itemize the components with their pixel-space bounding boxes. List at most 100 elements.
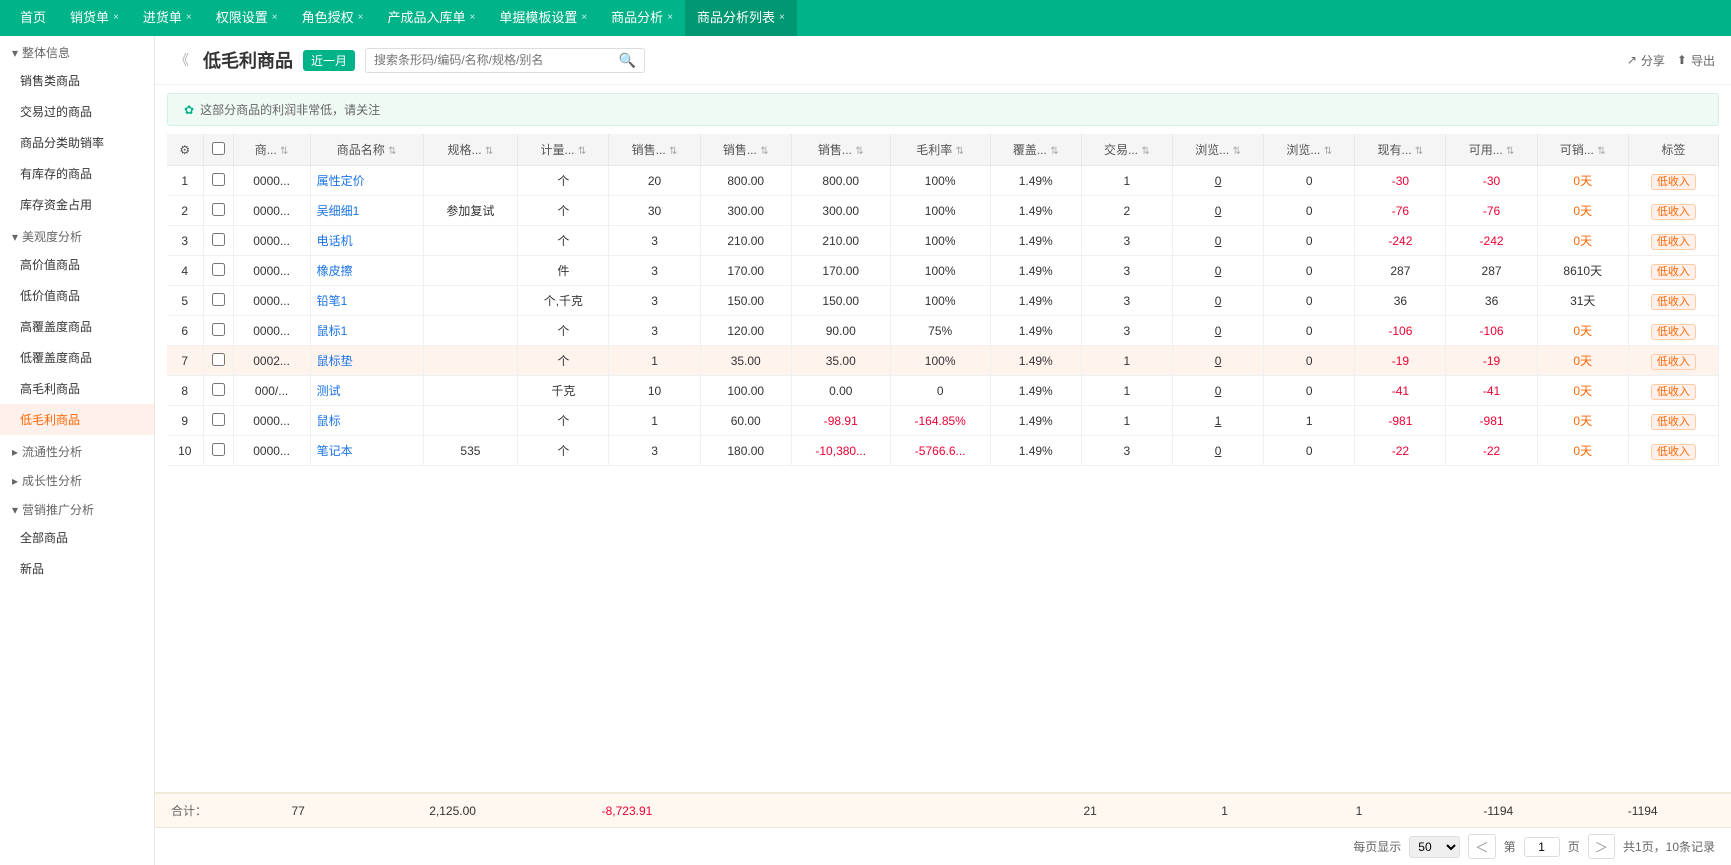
sidebar-item-low-margin[interactable]: 低毛利商品	[0, 404, 154, 435]
sidebar-item-low-value[interactable]: 低价值商品	[0, 280, 154, 311]
close-icon[interactable]: ×	[358, 0, 364, 36]
th-sellable[interactable]: 可销... ⇅	[1537, 134, 1628, 166]
close-icon[interactable]: ×	[469, 0, 475, 36]
th-settings[interactable]: ⚙	[167, 134, 203, 166]
nav-roles[interactable]: 角色授权 ×	[290, 0, 376, 36]
cell-name[interactable]: 铅笔1	[310, 286, 423, 316]
cell-checkbox[interactable]	[203, 346, 233, 376]
nav-home[interactable]: 首页	[8, 0, 58, 36]
cell-browse1[interactable]: 0	[1172, 286, 1263, 316]
prev-page-btn[interactable]: ＜	[1468, 834, 1495, 859]
nav-product-entry[interactable]: 产成品入库单 ×	[375, 0, 487, 36]
th-code[interactable]: 商... ⇅	[233, 134, 310, 166]
th-spec[interactable]: 规格... ⇅	[423, 134, 518, 166]
cell-name[interactable]: 测试	[310, 376, 423, 406]
cell-name[interactable]: 电话机	[310, 226, 423, 256]
cell-checkbox[interactable]	[203, 166, 233, 196]
row-checkbox[interactable]	[212, 413, 225, 426]
sidebar-item-stocked-goods[interactable]: 有库存的商品	[0, 158, 154, 189]
cell-checkbox[interactable]	[203, 226, 233, 256]
th-sales-profit[interactable]: 销售... ⇅	[791, 134, 890, 166]
nav-sales[interactable]: 销货单 ×	[58, 0, 131, 36]
cell-browse1[interactable]: 0	[1172, 196, 1263, 226]
close-icon[interactable]: ×	[581, 0, 587, 36]
search-input[interactable]	[374, 53, 613, 67]
close-icon[interactable]: ×	[186, 0, 192, 36]
th-transactions[interactable]: 交易... ⇅	[1081, 134, 1172, 166]
nav-purchase[interactable]: 进货单 ×	[131, 0, 204, 36]
row-checkbox[interactable]	[212, 173, 225, 186]
sidebar-item-high-value[interactable]: 高价值商品	[0, 249, 154, 280]
sidebar-group-circulation[interactable]: ▸ 流通性分析	[0, 435, 154, 464]
th-unit[interactable]: 计量... ⇅	[518, 134, 609, 166]
cell-browse1[interactable]: 0	[1172, 166, 1263, 196]
cell-name[interactable]: 鼠标	[310, 406, 423, 436]
nav-goods-analysis[interactable]: 商品分析 ×	[599, 0, 685, 36]
cell-checkbox[interactable]	[203, 196, 233, 226]
row-checkbox[interactable]	[212, 233, 225, 246]
sidebar-item-new-goods[interactable]: 新品	[0, 553, 154, 584]
cell-checkbox[interactable]	[203, 376, 233, 406]
row-checkbox[interactable]	[212, 203, 225, 216]
sidebar-item-high-margin[interactable]: 高毛利商品	[0, 373, 154, 404]
cell-checkbox[interactable]	[203, 406, 233, 436]
row-checkbox[interactable]	[212, 443, 225, 456]
th-sales-amount[interactable]: 销售... ⇅	[700, 134, 791, 166]
cell-name[interactable]: 鼠标1	[310, 316, 423, 346]
cell-name[interactable]: 橡皮擦	[310, 256, 423, 286]
sidebar-item-traded-goods[interactable]: 交易过的商品	[0, 96, 154, 127]
close-icon[interactable]: ×	[779, 0, 785, 36]
close-icon[interactable]: ×	[667, 0, 673, 36]
nav-template-settings[interactable]: 单据模板设置 ×	[487, 0, 599, 36]
th-checkbox[interactable]	[203, 134, 233, 166]
sidebar-item-high-coverage[interactable]: 高覆盖度商品	[0, 311, 154, 342]
th-browse2[interactable]: 浏览... ⇅	[1264, 134, 1355, 166]
cell-name[interactable]: 鼠标垫	[310, 346, 423, 376]
row-checkbox[interactable]	[212, 323, 225, 336]
cell-checkbox[interactable]	[203, 436, 233, 466]
th-sales-qty[interactable]: 销售... ⇅	[609, 134, 700, 166]
sidebar-item-low-coverage[interactable]: 低覆盖度商品	[0, 342, 154, 373]
sidebar-item-sales-goods[interactable]: 销售类商品	[0, 65, 154, 96]
cell-browse1[interactable]: 0	[1172, 316, 1263, 346]
export-btn[interactable]: ⬆ 导出	[1677, 52, 1715, 69]
cell-browse1[interactable]: 0	[1172, 376, 1263, 406]
cell-browse1[interactable]: 1	[1172, 406, 1263, 436]
cell-name[interactable]: 吴细细1	[310, 196, 423, 226]
row-checkbox[interactable]	[212, 353, 225, 366]
cell-browse1[interactable]: 0	[1172, 436, 1263, 466]
cell-checkbox[interactable]	[203, 286, 233, 316]
next-page-btn[interactable]: ＞	[1588, 834, 1615, 859]
time-filter-btn[interactable]: 近一月	[303, 50, 355, 71]
cell-name[interactable]: 属性定价	[310, 166, 423, 196]
th-tag[interactable]: 标签	[1628, 134, 1718, 166]
th-available[interactable]: 可用... ⇅	[1446, 134, 1537, 166]
th-name[interactable]: 商品名称 ⇅	[310, 134, 423, 166]
row-checkbox[interactable]	[212, 293, 225, 306]
cell-name[interactable]: 笔记本	[310, 436, 423, 466]
cell-browse1[interactable]: 0	[1172, 256, 1263, 286]
share-btn[interactable]: ↗ 分享	[1627, 52, 1665, 69]
sidebar-item-stock-funds[interactable]: 库存资金占用	[0, 189, 154, 220]
sidebar-group-growth[interactable]: ▸ 成长性分析	[0, 464, 154, 493]
cell-browse1[interactable]: 0	[1172, 346, 1263, 376]
select-all-checkbox[interactable]	[212, 142, 225, 155]
sidebar-group-marketing[interactable]: ▾ 营销推广分析	[0, 493, 154, 522]
sidebar-item-category-rate[interactable]: 商品分类助销率	[0, 127, 154, 158]
cell-browse1[interactable]: 0	[1172, 226, 1263, 256]
close-icon[interactable]: ×	[113, 0, 119, 36]
th-browse1[interactable]: 浏览... ⇅	[1172, 134, 1263, 166]
row-checkbox[interactable]	[212, 263, 225, 276]
nav-permissions[interactable]: 权限设置 ×	[204, 0, 290, 36]
sidebar-item-all-goods[interactable]: 全部商品	[0, 522, 154, 553]
page-input[interactable]	[1524, 837, 1560, 857]
nav-goods-analysis-list[interactable]: 商品分析列表 ×	[685, 0, 797, 36]
sidebar-collapse-btn[interactable]: 《	[171, 46, 193, 74]
th-coverage[interactable]: 覆盖... ⇅	[990, 134, 1081, 166]
th-gross-rate[interactable]: 毛利率 ⇅	[890, 134, 990, 166]
per-page-select[interactable]: 50 20 100	[1409, 836, 1460, 858]
row-checkbox[interactable]	[212, 383, 225, 396]
close-icon[interactable]: ×	[272, 0, 278, 36]
sidebar-group-beauty[interactable]: ▾ 美观度分析	[0, 220, 154, 249]
sidebar-group-overall[interactable]: ▾ 整体信息	[0, 36, 154, 65]
